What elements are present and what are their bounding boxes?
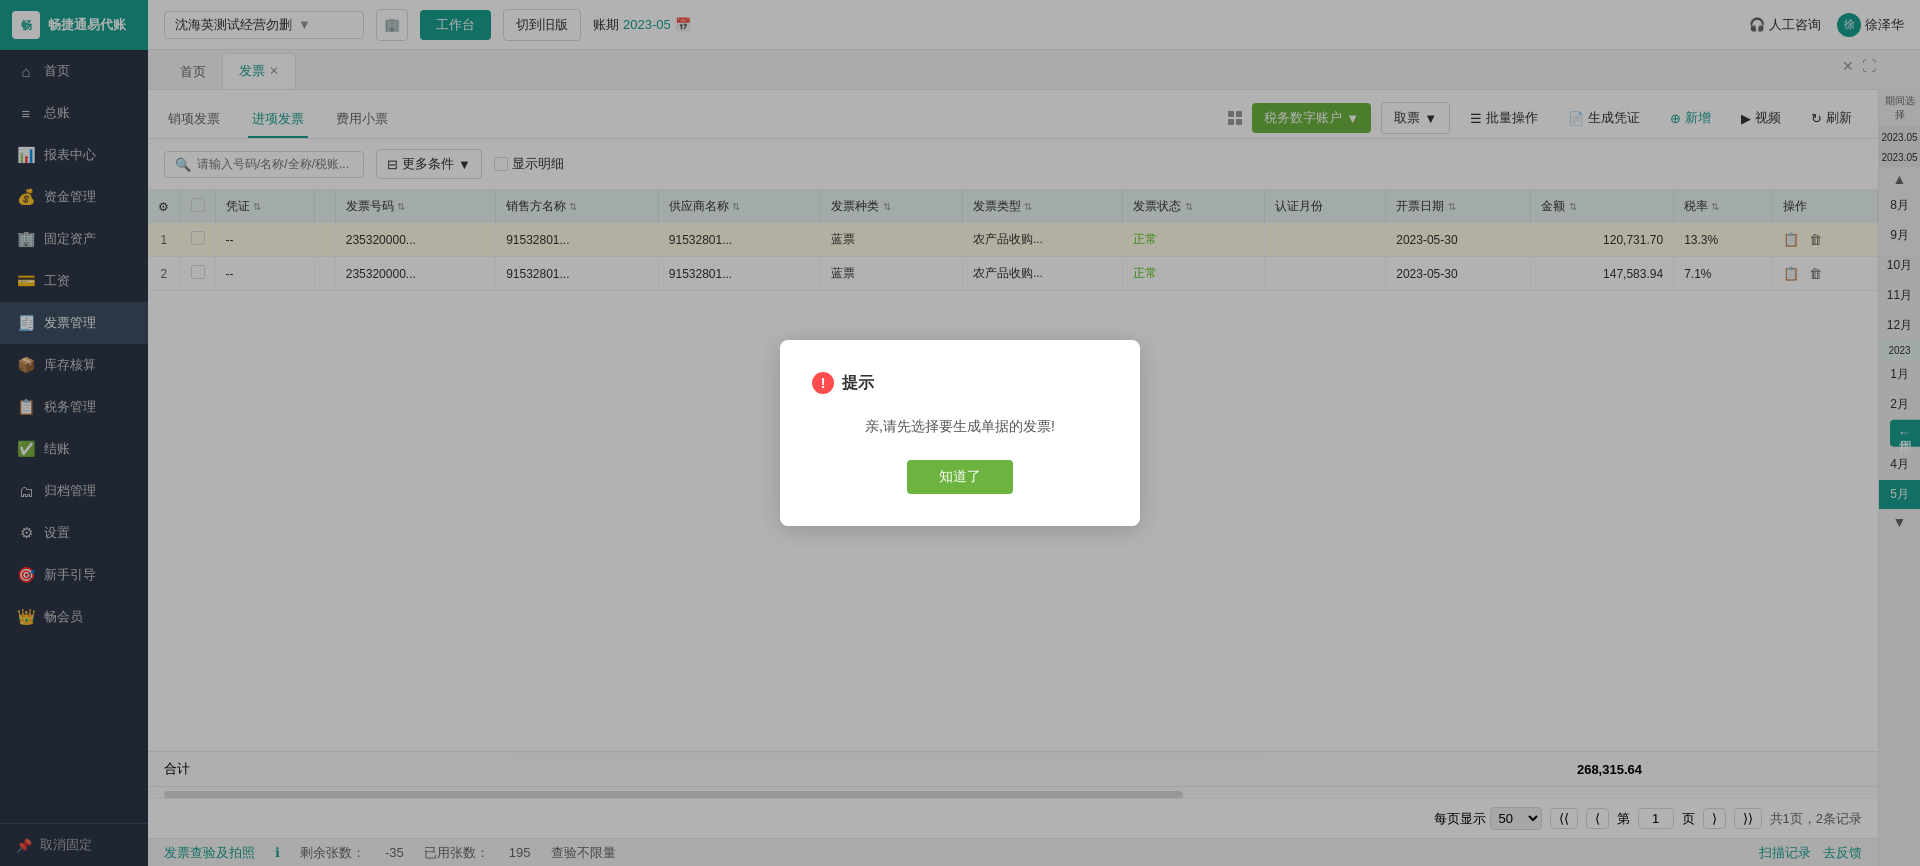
modal-box: ! 提示 亲,请先选择要生成单据的发票! 知道了 [780,340,1140,526]
modal-message: 亲,请先选择要生成单据的发票! [865,418,1055,436]
modal-title-row: ! 提示 [812,372,874,394]
modal-ok-button[interactable]: 知道了 [907,460,1013,494]
modal-overlay: ! 提示 亲,请先选择要生成单据的发票! 知道了 [0,0,1920,866]
warning-icon: ! [812,372,834,394]
modal-title: 提示 [842,373,874,394]
